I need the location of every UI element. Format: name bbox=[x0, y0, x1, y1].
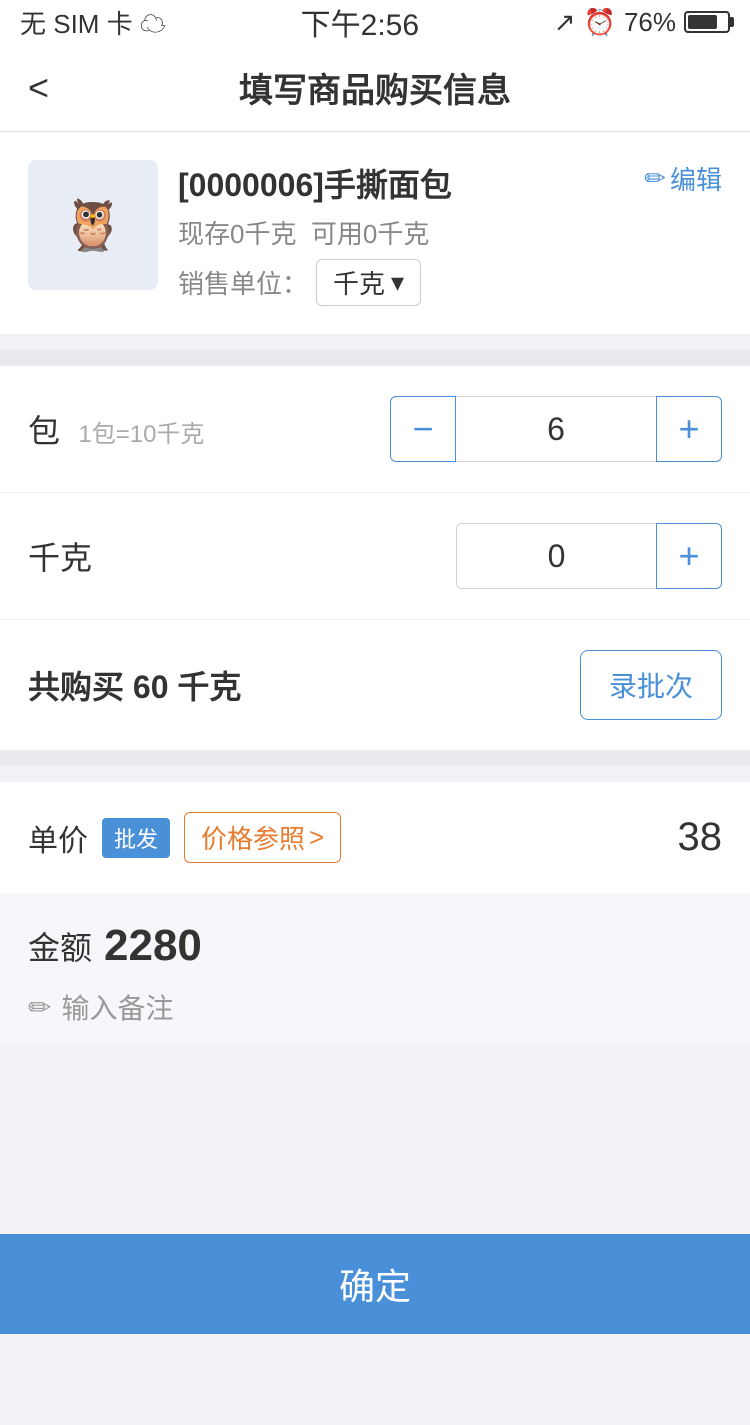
price-reference-button[interactable]: 价格参照 > bbox=[184, 812, 341, 863]
status-right: ↗ ⏰ 76% bbox=[554, 7, 730, 38]
product-logo-icon: 🦉 bbox=[62, 196, 124, 255]
amount-section: 金额 2280 ✏ 输入备注 bbox=[0, 893, 750, 1045]
total-row: 共购买 60 千克 录批次 bbox=[0, 620, 750, 750]
alarm-icon: ⏰ bbox=[584, 7, 616, 38]
bag-input[interactable] bbox=[456, 396, 656, 462]
battery-icon bbox=[684, 11, 730, 33]
kg-plus-button[interactable]: + bbox=[656, 523, 722, 589]
bag-input-row: 包 1包=10千克 − + bbox=[0, 366, 750, 493]
price-value: 38 bbox=[678, 815, 723, 860]
product-info: [0000006]手撕面包 ✏ 编辑 现存0千克 可用0千克 销售单位： 千克 … bbox=[178, 160, 722, 306]
total-text: 共购买 60 千克 bbox=[28, 662, 241, 708]
nav-bar: < 填写商品购买信息 bbox=[0, 44, 750, 132]
section-divider-2 bbox=[0, 750, 750, 766]
price-type-badge: 批发 bbox=[102, 818, 170, 858]
signal-icon: ↗ bbox=[554, 7, 576, 38]
bag-label: 包 1包=10千克 bbox=[28, 406, 204, 452]
price-row: 单价 批发 价格参照 > 38 bbox=[28, 812, 722, 863]
amount-label: 金额 bbox=[28, 923, 92, 969]
kg-label: 千克 bbox=[28, 533, 92, 579]
product-stock: 现存0千克 可用0千克 bbox=[178, 214, 722, 251]
note-label: 输入备注 bbox=[61, 987, 173, 1027]
amount-row: 金额 2280 bbox=[28, 921, 722, 971]
back-button[interactable]: < bbox=[28, 67, 49, 109]
bag-minus-button[interactable]: − bbox=[390, 396, 456, 462]
chevron-right-icon: > bbox=[309, 822, 324, 853]
status-left: 无 SIM 卡 ☁ bbox=[20, 4, 166, 41]
product-unit: 销售单位： 千克 ▾ bbox=[178, 259, 722, 306]
product-name: [0000006]手撕面包 bbox=[178, 160, 452, 206]
edit-icon: ✏ bbox=[644, 163, 666, 194]
section-divider-1 bbox=[0, 350, 750, 366]
price-section: 单价 批发 价格参照 > 38 bbox=[0, 782, 750, 893]
pencil-icon: ✏ bbox=[28, 991, 51, 1024]
product-card: 🦉 [0000006]手撕面包 ✏ 编辑 现存0千克 可用0千克 销售单位： 千… bbox=[0, 132, 750, 334]
page-title: 填写商品购买信息 bbox=[239, 63, 511, 112]
status-bar: 无 SIM 卡 ☁ 下午2:56 ↗ ⏰ 76% bbox=[0, 0, 750, 44]
kg-controls: + bbox=[456, 523, 722, 589]
amount-value: 2280 bbox=[104, 921, 202, 971]
sim-label: 无 SIM 卡 ☁ bbox=[20, 4, 166, 41]
confirm-button[interactable]: 确定 bbox=[0, 1234, 750, 1334]
chevron-down-icon: ▾ bbox=[391, 267, 404, 298]
price-label: 单价 bbox=[28, 816, 88, 860]
status-time: 下午2:56 bbox=[301, 0, 419, 44]
edit-button[interactable]: ✏ 编辑 bbox=[644, 160, 722, 197]
kg-input-row: 千克 + bbox=[0, 493, 750, 620]
unit-selector[interactable]: 千克 ▾ bbox=[316, 259, 421, 306]
bag-controls: − + bbox=[390, 396, 722, 462]
bag-hint: 1包=10千克 bbox=[78, 421, 204, 448]
battery-percent: 76% bbox=[624, 7, 676, 38]
product-thumbnail: 🦉 bbox=[28, 160, 158, 290]
kg-input[interactable] bbox=[456, 523, 656, 589]
bag-plus-button[interactable]: + bbox=[656, 396, 722, 462]
record-batch-button[interactable]: 录批次 bbox=[580, 650, 722, 720]
note-row[interactable]: ✏ 输入备注 bbox=[28, 987, 722, 1027]
